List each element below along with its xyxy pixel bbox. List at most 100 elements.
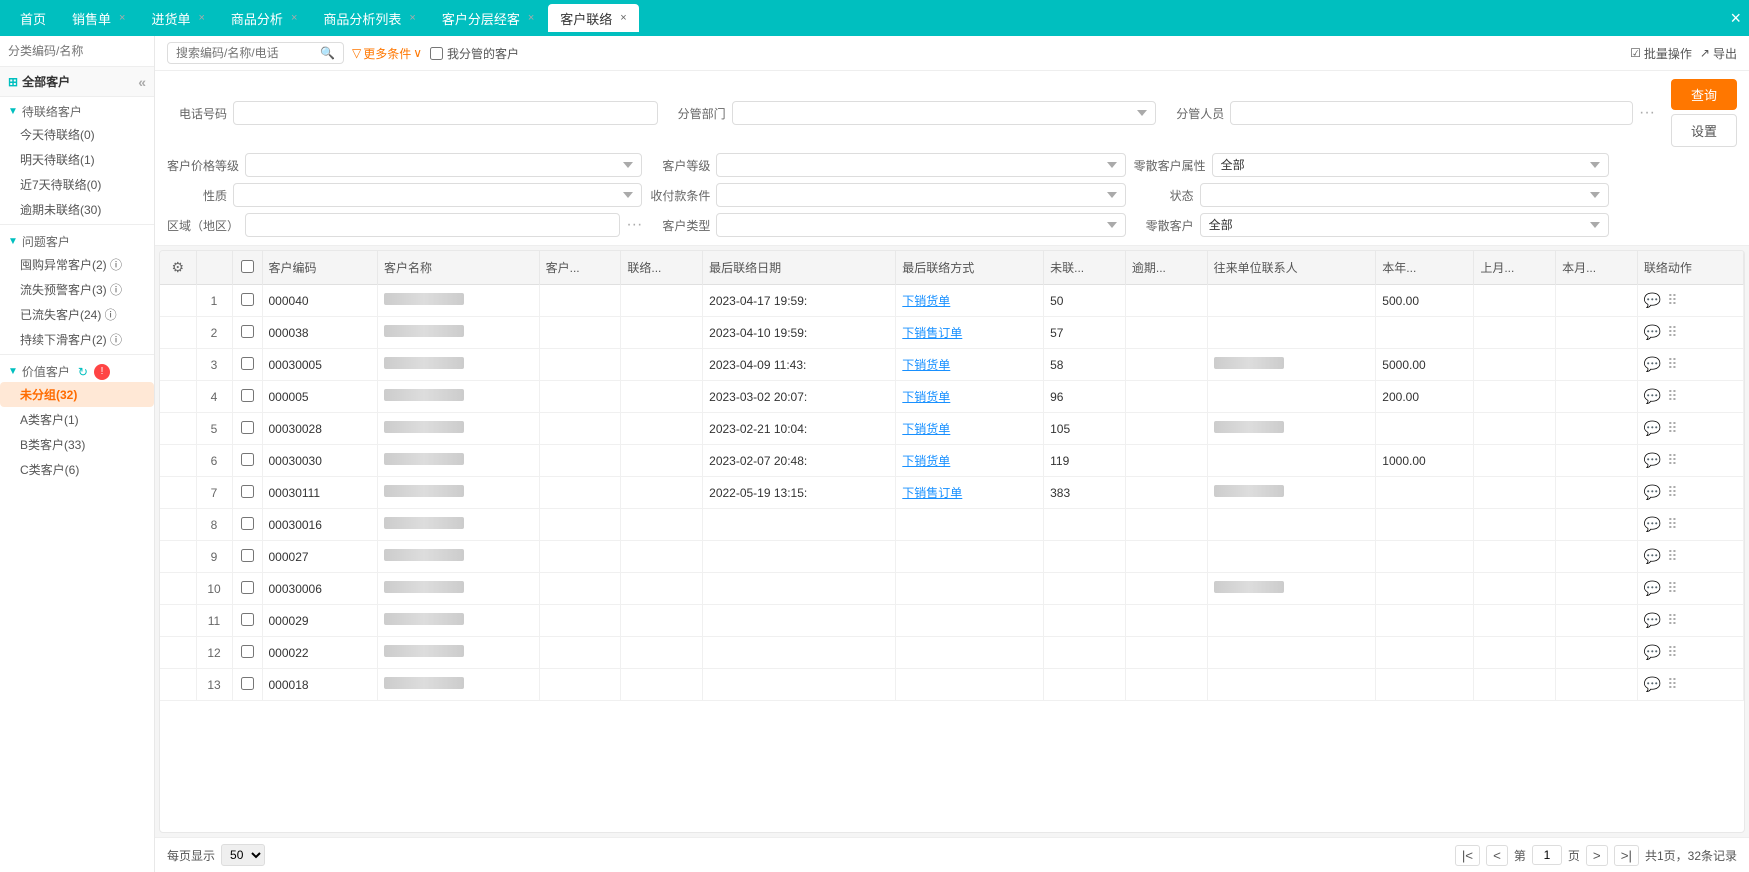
more-actions-icon[interactable]: ⠿ [1667, 452, 1677, 469]
more-actions-icon[interactable]: ⠿ [1667, 676, 1677, 693]
gender-select[interactable] [233, 183, 642, 207]
price-level-select[interactable] [245, 153, 642, 177]
customer-type-select[interactable] [716, 213, 1125, 237]
col-last-contact-date[interactable]: 最后联络日期 [703, 251, 896, 285]
value-customers-group[interactable]: ▼ 价值客户 ↻ ! [0, 357, 154, 382]
reset-button[interactable]: 设置 [1671, 114, 1737, 147]
tab-product-analysis-list[interactable]: 商品分析列表 × [311, 4, 427, 32]
col-this-year[interactable]: 本年... [1376, 251, 1474, 285]
sidebar-item-overdue[interactable]: 逾期未联络(30) [0, 197, 154, 222]
cell-last-contact-method[interactable]: 下销货单 [896, 381, 1044, 413]
contact-icon[interactable]: 💬 [1644, 516, 1661, 533]
contact-icon[interactable]: 💬 [1644, 548, 1661, 565]
contact-icon[interactable]: 💬 [1644, 580, 1661, 597]
status-select[interactable] [1200, 183, 1609, 207]
sidebar-item-tomorrow[interactable]: 明天待联络(1) [0, 147, 154, 172]
more-actions-icon[interactable]: ⠿ [1667, 356, 1677, 373]
row-checkbox[interactable] [241, 581, 254, 594]
my-customers-check[interactable] [430, 47, 443, 60]
tab-customer-segment[interactable]: 客户分层经客 × [430, 4, 546, 32]
close-purchase-tab[interactable]: × [198, 12, 204, 24]
cell-last-contact-method[interactable]: 下销售订单 [896, 317, 1044, 349]
search-input[interactable] [176, 46, 316, 60]
more-actions-icon[interactable]: ⠿ [1667, 516, 1677, 533]
sidebar-item-class-b[interactable]: B类客户(33) [0, 432, 154, 457]
manage-person-input[interactable] [1230, 101, 1633, 125]
sidebar-collapse-btn[interactable]: « [138, 74, 146, 90]
col-last-month[interactable]: 上月... [1474, 251, 1556, 285]
cell-last-contact-method[interactable]: 下销货单 [896, 413, 1044, 445]
search-icon[interactable]: 🔍 [320, 46, 335, 60]
batch-operation-btn[interactable]: ☑ 批量操作 [1630, 45, 1692, 62]
close-sales-tab[interactable]: × [119, 12, 125, 24]
sidebar-item-class-a[interactable]: A类客户(1) [0, 407, 154, 432]
col-overdue[interactable]: 逾期... [1125, 251, 1207, 285]
more-conditions-btn[interactable]: ▽ 更多条件 ∨ [352, 45, 422, 62]
row-checkbox[interactable] [241, 549, 254, 562]
cell-last-contact-method[interactable]: 下销货单 [896, 349, 1044, 381]
settings-gear-icon[interactable]: ⚙ [171, 259, 184, 275]
cell-last-contact-method[interactable] [896, 669, 1044, 701]
cell-last-contact-method[interactable] [896, 541, 1044, 573]
contact-method-link[interactable]: 下销售订单 [902, 486, 962, 500]
cell-check[interactable] [232, 509, 262, 541]
cell-last-contact-method[interactable] [896, 573, 1044, 605]
cell-check[interactable] [232, 285, 262, 317]
customer-level-select[interactable] [716, 153, 1125, 177]
sidebar-item-class-c[interactable]: C类客户(6) [0, 457, 154, 482]
pending-contact-group[interactable]: ▼ 待联络客户 [0, 97, 154, 122]
retail-attr-select[interactable]: 全部 [1212, 153, 1609, 177]
contact-icon[interactable]: 💬 [1644, 356, 1661, 373]
cell-check[interactable] [232, 413, 262, 445]
sidebar-search-input[interactable] [8, 44, 155, 58]
col-contact[interactable]: 联络... [621, 251, 703, 285]
sidebar-item-today[interactable]: 今天待联络(0) [0, 122, 154, 147]
cell-check[interactable] [232, 541, 262, 573]
cell-check[interactable] [232, 637, 262, 669]
row-checkbox[interactable] [241, 645, 254, 658]
cell-check[interactable] [232, 605, 262, 637]
last-page-btn[interactable]: >| [1614, 845, 1639, 866]
page-size-select[interactable]: 50 [221, 844, 265, 866]
cell-check[interactable] [232, 445, 262, 477]
col-check[interactable] [232, 251, 262, 285]
more-actions-icon[interactable]: ⠿ [1667, 324, 1677, 341]
cell-last-contact-method[interactable]: 下销货单 [896, 285, 1044, 317]
cell-last-contact-method[interactable]: 下销售订单 [896, 477, 1044, 509]
cell-last-contact-method[interactable] [896, 509, 1044, 541]
first-page-btn[interactable]: |< [1455, 845, 1480, 866]
export-btn[interactable]: ↗ 导出 [1700, 45, 1737, 62]
sidebar-item-declining[interactable]: 持续下滑客户(2) ⓘ [0, 327, 154, 352]
tab-purchase[interactable]: 进货单 × [139, 4, 216, 32]
sidebar-item-unclassified[interactable]: 未分组(32) [0, 382, 154, 407]
contact-method-link[interactable]: 下销货单 [902, 294, 950, 308]
my-customers-checkbox[interactable]: 我分管的客户 [430, 45, 519, 62]
contact-icon[interactable]: 💬 [1644, 484, 1661, 501]
row-checkbox[interactable] [241, 389, 254, 402]
row-checkbox[interactable] [241, 325, 254, 338]
col-this-month[interactable]: 本月... [1556, 251, 1638, 285]
tab-customer-contact[interactable]: 客户联络 × [548, 4, 638, 32]
sidebar-item-week[interactable]: 近7天待联络(0) [0, 172, 154, 197]
col-settings[interactable]: ⚙ [160, 251, 196, 285]
close-product-analysis-tab[interactable]: × [291, 12, 297, 24]
more-actions-icon[interactable]: ⠿ [1667, 388, 1677, 405]
more-actions-icon[interactable]: ⠿ [1667, 484, 1677, 501]
row-checkbox[interactable] [241, 517, 254, 530]
retail-customer-select[interactable]: 全部 [1200, 213, 1609, 237]
col-code[interactable]: 客户编码 [262, 251, 377, 285]
manage-dept-select[interactable] [732, 101, 1157, 125]
contact-icon[interactable]: 💬 [1644, 452, 1661, 469]
query-button[interactable]: 查询 [1671, 79, 1737, 110]
cell-check[interactable] [232, 381, 262, 413]
col-contact-person[interactable]: 往来单位联系人 [1207, 251, 1376, 285]
region-more[interactable]: ··· [626, 216, 642, 234]
contact-icon[interactable]: 💬 [1644, 612, 1661, 629]
cell-check[interactable] [232, 349, 262, 381]
cell-last-contact-method[interactable] [896, 637, 1044, 669]
manage-person-more[interactable]: ··· [1639, 104, 1655, 122]
contact-method-link[interactable]: 下销货单 [902, 390, 950, 404]
close-product-analysis-list-tab[interactable]: × [409, 12, 415, 24]
more-actions-icon[interactable]: ⠿ [1667, 612, 1677, 629]
sidebar-item-abnormal[interactable]: 囤购异常客户(2) ⓘ [0, 252, 154, 277]
